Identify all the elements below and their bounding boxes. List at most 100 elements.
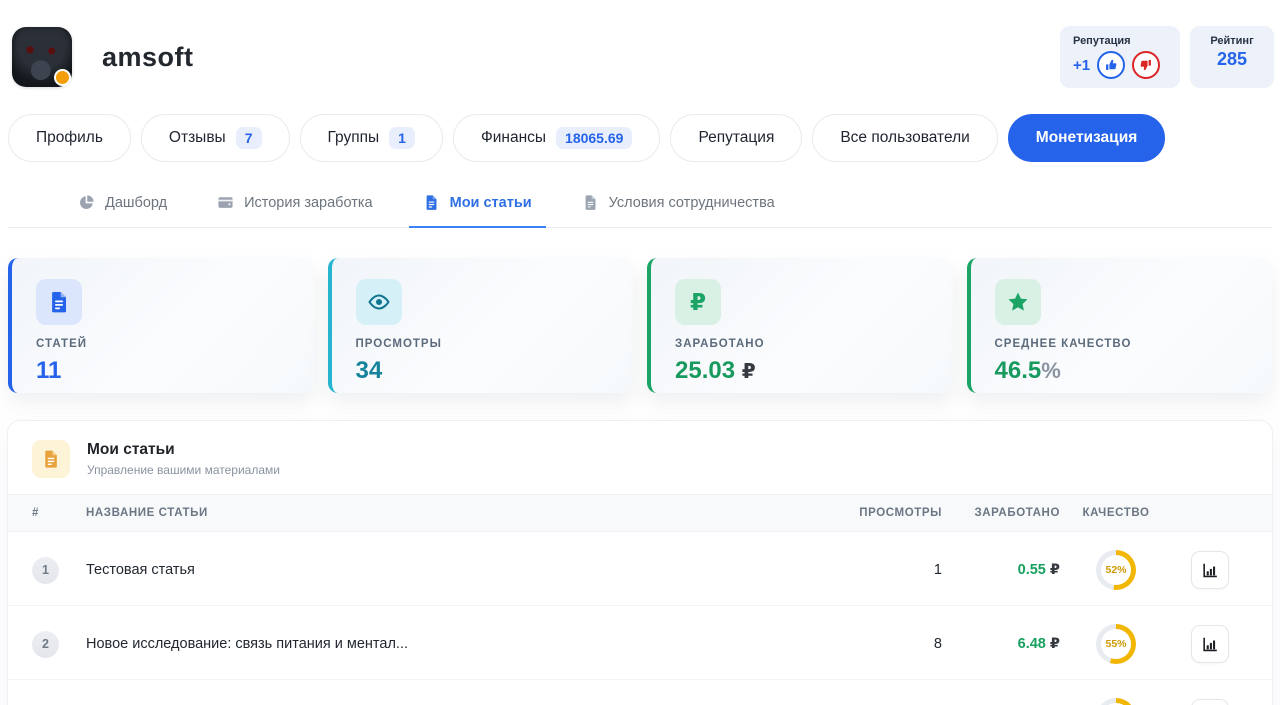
reputation-card: Репутация +1: [1060, 26, 1180, 88]
stat-value: 25.03 ₽: [675, 357, 756, 384]
subtab-cooperation-terms[interactable]: Условия сотрудничества: [568, 186, 789, 228]
article-quality: 55%: [1060, 624, 1172, 664]
quality-ring: 52%: [1096, 550, 1136, 590]
monetization-subtabs: Дашборд История заработка Мои статьи Усл…: [8, 186, 1272, 228]
subtab-my-articles[interactable]: Мои статьи: [408, 186, 546, 228]
article-title: Новое исследование: связь питания и мент…: [86, 636, 409, 652]
reviews-count-badge: 7: [235, 127, 262, 149]
stat-value: 34: [355, 357, 383, 384]
table-title: Мои статьи: [87, 441, 175, 458]
reputation-label: Репутация: [1073, 35, 1131, 47]
star-icon: [994, 279, 1041, 325]
article-quality: [1060, 698, 1172, 705]
stat-card-earned: ₽ ЗАРАБОТАНО 25.03 ₽: [647, 258, 953, 393]
bar-chart-icon: [1201, 635, 1220, 654]
main-tabs: Профиль Отзывы 7 Группы 1 Финансы 18065.…: [8, 114, 1272, 162]
yellow-document-icon: [32, 440, 70, 478]
tab-groups[interactable]: Группы 1: [299, 114, 443, 162]
article-quality: 52%: [1060, 550, 1172, 590]
currency-symbol: ₽: [1049, 562, 1060, 578]
username: amsoft: [102, 41, 194, 72]
thumbs-up-button[interactable]: [1097, 51, 1126, 79]
col-views: ПРОСМОТРЫ: [859, 507, 942, 519]
document-icon: [36, 279, 82, 325]
table-row: [8, 680, 1272, 705]
quality-ring: 55%: [1096, 624, 1136, 664]
article-stats-button[interactable]: [1191, 699, 1229, 705]
article-stats-button[interactable]: [1191, 625, 1229, 663]
subtab-dashboard[interactable]: Дашборд: [64, 186, 181, 228]
ruble-icon: ₽: [675, 279, 721, 325]
my-articles-header: Мои статьи Управление вашими материалами: [8, 421, 1272, 494]
article-views: 1: [933, 562, 942, 578]
tab-label: Монетизация: [1035, 129, 1138, 146]
topbar: amsoft Репутация +1 Рейтинг 285: [0, 0, 1280, 88]
groups-count-badge: 1: [389, 127, 415, 149]
rating-card: Рейтинг 285: [1190, 26, 1274, 88]
my-articles-panel: Мои статьи Управление вашими материалами…: [8, 421, 1272, 705]
row-number-badge: 2: [32, 630, 59, 658]
tab-reviews[interactable]: Отзывы 7: [140, 114, 290, 162]
subtab-label: Дашборд: [105, 194, 168, 211]
stat-card-avg-quality: СРЕДНЕЕ КАЧЕСТВО 46.5%: [966, 258, 1272, 393]
tab-monetization[interactable]: Монетизация: [1007, 114, 1166, 162]
wallet-icon: [217, 194, 234, 211]
percent-symbol: %: [1041, 358, 1061, 383]
tab-label: Все пользователи: [840, 129, 970, 146]
subtab-label: Условия сотрудничества: [608, 194, 775, 211]
article-stats-button[interactable]: [1191, 551, 1229, 589]
subtab-earnings-history[interactable]: История заработка: [203, 186, 387, 228]
stat-label: ЗАРАБОТАНО: [675, 338, 765, 350]
top-right-cards: Репутация +1 Рейтинг 285: [1060, 26, 1274, 88]
table-subtitle: Управление вашими материалами: [87, 463, 280, 477]
stat-label: СРЕДНЕЕ КАЧЕСТВО: [994, 338, 1132, 350]
quality-percent: 52%: [1101, 555, 1131, 585]
tab-label: Репутация: [698, 129, 775, 146]
thumbs-down-icon: [1139, 58, 1153, 72]
table-row: 2 Новое исследование: связь питания и ме…: [8, 606, 1272, 680]
tab-label: Финансы: [480, 129, 547, 146]
avatar: [12, 27, 72, 87]
stat-label: ПРОСМОТРЫ: [355, 338, 442, 350]
article-views: 8: [933, 636, 942, 652]
col-earned: ЗАРАБОТАНО: [974, 507, 1060, 519]
thumbs-up-icon: [1104, 58, 1118, 72]
table-header-row: # НАЗВАНИЕ СТАТЬИ ПРОСМОТРЫ ЗАРАБОТАНО К…: [8, 494, 1272, 532]
tab-all-users[interactable]: Все пользователи: [812, 114, 998, 162]
user-identity: amsoft: [12, 27, 194, 87]
pie-chart-icon: [78, 194, 95, 211]
tab-reputation[interactable]: Репутация: [670, 114, 803, 162]
subtab-label: Мои статьи: [449, 194, 532, 211]
rating-label: Рейтинг: [1210, 35, 1254, 47]
table-row: 1 Тестовая статья 1 0.55 ₽ 52%: [8, 532, 1272, 606]
stat-label: СТАТЕЙ: [36, 338, 88, 350]
document-icon: [423, 194, 440, 211]
col-num: #: [32, 507, 39, 519]
subtab-label: История заработка: [244, 194, 373, 211]
quality-ring: [1096, 698, 1136, 705]
bar-chart-icon: [1201, 561, 1220, 580]
tab-label: Отзывы: [168, 129, 226, 146]
stats-cards: СТАТЕЙ 11 ПРОСМОТРЫ 34 ₽ ЗАРАБОТАНО 25.0…: [8, 258, 1272, 393]
tab-profile[interactable]: Профиль: [8, 114, 131, 162]
col-title: НАЗВАНИЕ СТАТЬИ: [86, 507, 208, 519]
tab-finances[interactable]: Финансы 18065.69: [452, 114, 661, 162]
stat-value: 11: [36, 357, 62, 384]
finances-balance-badge: 18065.69: [556, 127, 633, 149]
tab-label: Группы: [327, 129, 380, 146]
stat-value: 46.5%: [994, 357, 1061, 384]
tab-label: Профиль: [36, 129, 103, 146]
eye-icon: [355, 279, 402, 325]
col-quality: КАЧЕСТВО: [1082, 507, 1150, 519]
reputation-value: +1: [1073, 56, 1091, 74]
thumbs-down-button[interactable]: [1132, 51, 1161, 79]
currency-symbol: ₽: [741, 361, 756, 383]
article-earned: 0.55 ₽: [1017, 562, 1060, 578]
article-earned: 6.48 ₽: [1017, 636, 1060, 652]
rating-value: 285: [1216, 49, 1248, 69]
row-number-badge: 1: [32, 556, 59, 584]
article-title: Тестовая статья: [86, 562, 195, 578]
online-status-dot: [54, 69, 71, 86]
contract-icon: [582, 194, 599, 211]
monetization-page: amsoft Репутация +1 Рейтинг 285 Профиль …: [0, 0, 1280, 705]
